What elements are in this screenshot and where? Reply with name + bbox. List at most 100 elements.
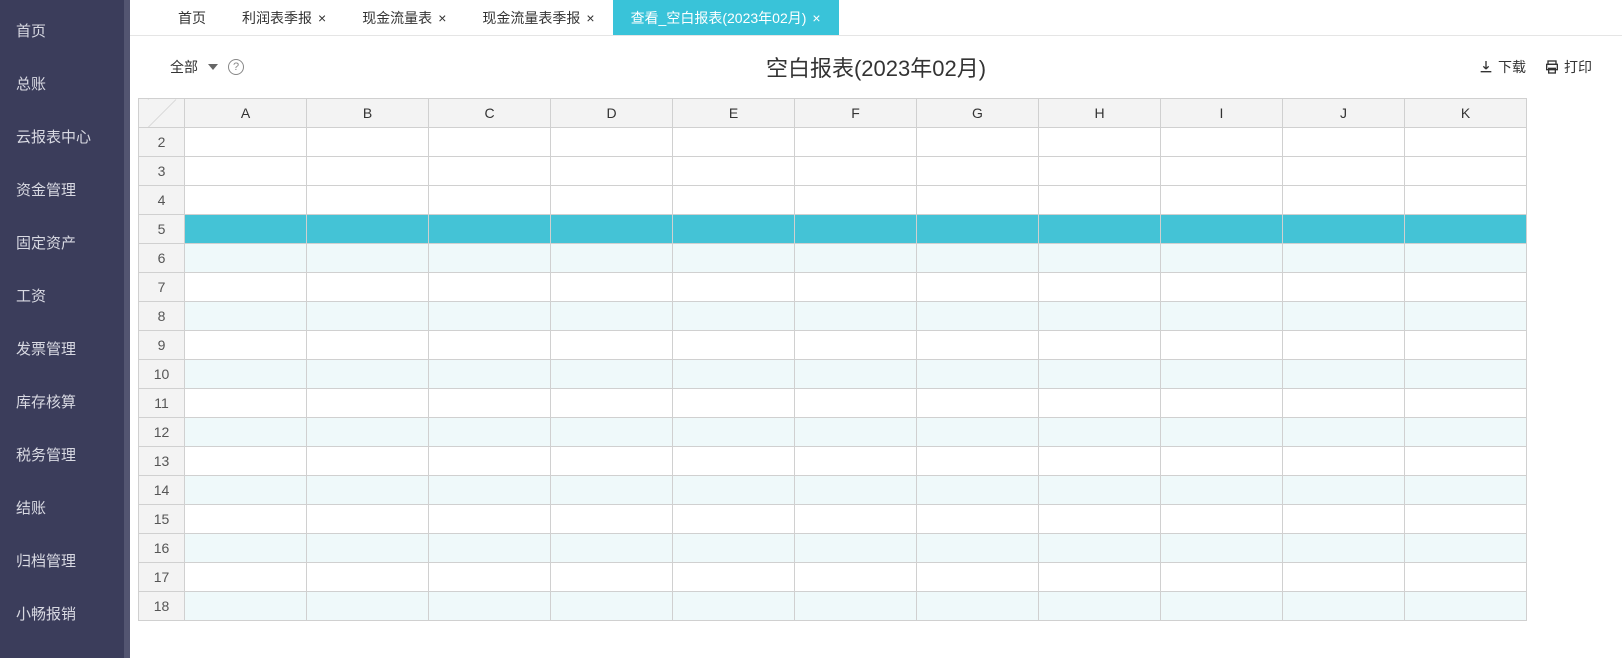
cell-F10[interactable]: [795, 360, 917, 389]
sheet-corner[interactable]: [139, 99, 185, 128]
column-header-H[interactable]: H: [1039, 99, 1161, 128]
column-header-I[interactable]: I: [1161, 99, 1283, 128]
cell-I13[interactable]: [1161, 447, 1283, 476]
row-header-9[interactable]: 9: [139, 331, 185, 360]
cell-C4[interactable]: [429, 186, 551, 215]
cell-G13[interactable]: [917, 447, 1039, 476]
cell-C6[interactable]: [429, 244, 551, 273]
cell-J9[interactable]: [1283, 331, 1405, 360]
cell-G18[interactable]: [917, 592, 1039, 621]
cell-I15[interactable]: [1161, 505, 1283, 534]
help-icon[interactable]: ?: [228, 59, 244, 75]
sidebar-scrollbar[interactable]: [124, 0, 130, 658]
cell-E18[interactable]: [673, 592, 795, 621]
cell-K7[interactable]: [1405, 273, 1527, 302]
sidebar-item-salary[interactable]: 工资: [0, 269, 130, 322]
cell-I3[interactable]: [1161, 157, 1283, 186]
cell-E12[interactable]: [673, 418, 795, 447]
cell-D3[interactable]: [551, 157, 673, 186]
cell-J16[interactable]: [1283, 534, 1405, 563]
cell-K16[interactable]: [1405, 534, 1527, 563]
cell-B9[interactable]: [307, 331, 429, 360]
cell-K6[interactable]: [1405, 244, 1527, 273]
cell-H8[interactable]: [1039, 302, 1161, 331]
cell-J18[interactable]: [1283, 592, 1405, 621]
close-icon[interactable]: ×: [812, 11, 820, 25]
cell-G11[interactable]: [917, 389, 1039, 418]
cell-F3[interactable]: [795, 157, 917, 186]
cell-B13[interactable]: [307, 447, 429, 476]
cell-H9[interactable]: [1039, 331, 1161, 360]
cell-A6[interactable]: [185, 244, 307, 273]
cell-I16[interactable]: [1161, 534, 1283, 563]
cell-I4[interactable]: [1161, 186, 1283, 215]
sidebar-item-fund-mgmt[interactable]: 资金管理: [0, 163, 130, 216]
cell-B3[interactable]: [307, 157, 429, 186]
cell-B16[interactable]: [307, 534, 429, 563]
cell-K17[interactable]: [1405, 563, 1527, 592]
cell-A4[interactable]: [185, 186, 307, 215]
cell-I5[interactable]: [1161, 215, 1283, 244]
cell-D15[interactable]: [551, 505, 673, 534]
cell-E6[interactable]: [673, 244, 795, 273]
tab-0[interactable]: 首页: [160, 0, 224, 35]
cell-F12[interactable]: [795, 418, 917, 447]
sidebar-item-fixed-assets[interactable]: 固定资产: [0, 216, 130, 269]
cell-A16[interactable]: [185, 534, 307, 563]
spreadsheet[interactable]: ABCDEFGHIJK23456789101112131415161718: [138, 98, 1527, 621]
cell-F8[interactable]: [795, 302, 917, 331]
cell-C3[interactable]: [429, 157, 551, 186]
cell-J15[interactable]: [1283, 505, 1405, 534]
download-button[interactable]: 下载: [1478, 57, 1526, 77]
cell-H2[interactable]: [1039, 128, 1161, 157]
cell-E14[interactable]: [673, 476, 795, 505]
cell-K9[interactable]: [1405, 331, 1527, 360]
cell-J8[interactable]: [1283, 302, 1405, 331]
cell-I8[interactable]: [1161, 302, 1283, 331]
cell-E7[interactable]: [673, 273, 795, 302]
cell-B14[interactable]: [307, 476, 429, 505]
cell-F4[interactable]: [795, 186, 917, 215]
cell-G2[interactable]: [917, 128, 1039, 157]
cell-D10[interactable]: [551, 360, 673, 389]
cell-B7[interactable]: [307, 273, 429, 302]
cell-F9[interactable]: [795, 331, 917, 360]
tab-1[interactable]: 利润表季报×: [224, 0, 344, 35]
cell-A15[interactable]: [185, 505, 307, 534]
cell-B12[interactable]: [307, 418, 429, 447]
cell-D16[interactable]: [551, 534, 673, 563]
row-header-12[interactable]: 12: [139, 418, 185, 447]
cell-C5[interactable]: [429, 215, 551, 244]
row-header-4[interactable]: 4: [139, 186, 185, 215]
cell-F2[interactable]: [795, 128, 917, 157]
cell-F6[interactable]: [795, 244, 917, 273]
sidebar-item-inventory[interactable]: 库存核算: [0, 375, 130, 428]
cell-C16[interactable]: [429, 534, 551, 563]
cell-A14[interactable]: [185, 476, 307, 505]
tab-3[interactable]: 现金流量表季报×: [464, 0, 612, 35]
cell-K12[interactable]: [1405, 418, 1527, 447]
row-header-6[interactable]: 6: [139, 244, 185, 273]
cell-G14[interactable]: [917, 476, 1039, 505]
cell-D6[interactable]: [551, 244, 673, 273]
filter-dropdown[interactable]: 全部 ?: [170, 57, 244, 77]
cell-H11[interactable]: [1039, 389, 1161, 418]
cell-F18[interactable]: [795, 592, 917, 621]
cell-E8[interactable]: [673, 302, 795, 331]
cell-K18[interactable]: [1405, 592, 1527, 621]
cell-E11[interactable]: [673, 389, 795, 418]
row-header-15[interactable]: 15: [139, 505, 185, 534]
cell-H15[interactable]: [1039, 505, 1161, 534]
cell-C15[interactable]: [429, 505, 551, 534]
cell-D11[interactable]: [551, 389, 673, 418]
column-header-F[interactable]: F: [795, 99, 917, 128]
cell-I2[interactable]: [1161, 128, 1283, 157]
cell-B15[interactable]: [307, 505, 429, 534]
cell-C11[interactable]: [429, 389, 551, 418]
cell-A12[interactable]: [185, 418, 307, 447]
cell-H17[interactable]: [1039, 563, 1161, 592]
cell-H14[interactable]: [1039, 476, 1161, 505]
row-header-18[interactable]: 18: [139, 592, 185, 621]
cell-K3[interactable]: [1405, 157, 1527, 186]
cell-J11[interactable]: [1283, 389, 1405, 418]
